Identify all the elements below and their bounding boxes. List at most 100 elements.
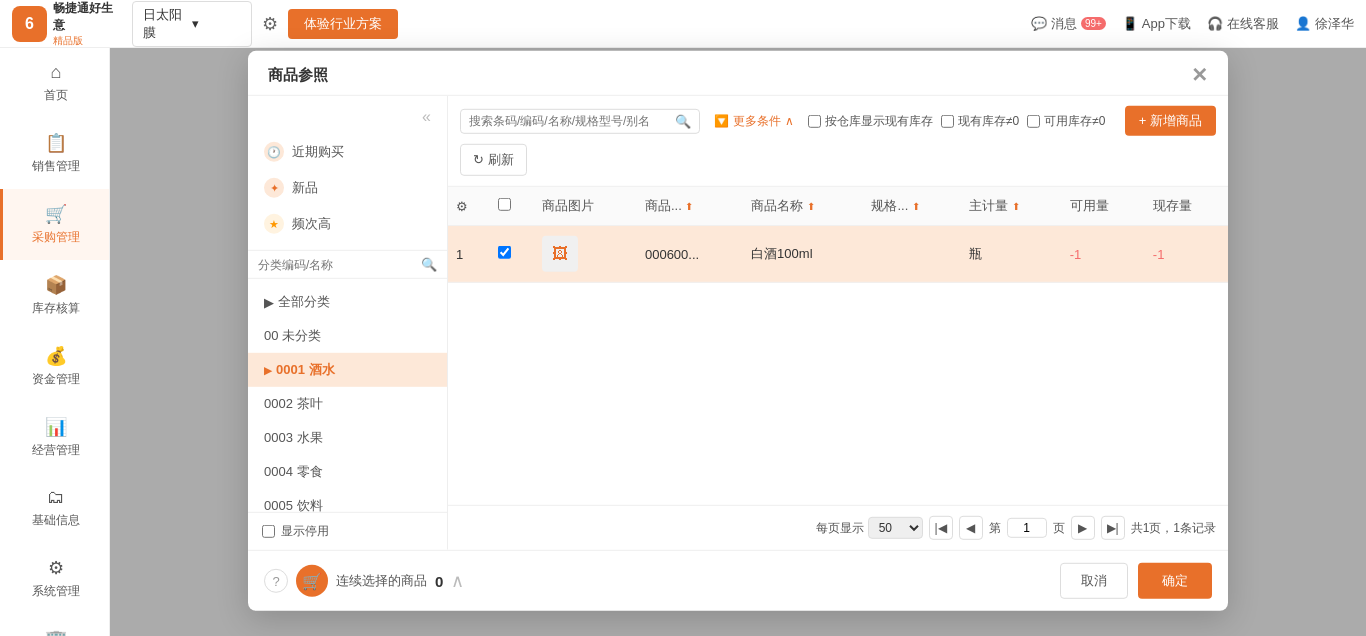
confirm-button[interactable]: 确定 (1138, 563, 1212, 599)
category-0001[interactable]: ▶ 0001 酒水 (248, 353, 447, 387)
sidebar-item-home[interactable]: ⌂ 首页 (0, 48, 109, 118)
product-reference-dialog: 商品参照 ✕ « 🕐 近期购买 ✦ 新品 (248, 51, 1228, 611)
col-code[interactable]: 商品... ⬆ (637, 187, 743, 226)
row-name: 白酒100ml (743, 225, 863, 282)
messages-nav-item[interactable]: 💬 消息 99+ (1031, 15, 1106, 33)
sidebar-item-sales[interactable]: 📋 销售管理 (0, 118, 109, 189)
col-available: 可用量 (1062, 187, 1145, 226)
gear-icon[interactable]: ⚙ (262, 13, 278, 35)
collapse-cart-button[interactable]: ∧ (451, 570, 464, 592)
show-disabled-section: 显示停用 (248, 512, 447, 550)
dialog-toolbar: 🔍 🔽 更多条件 ∧ 按仓库显示现有库存 现有库存≠0 (448, 96, 1228, 187)
row-code: 000600... (637, 225, 743, 282)
dialog-right-panel: 🔍 🔽 更多条件 ∧ 按仓库显示现有库存 现有库存≠0 (448, 96, 1228, 550)
dialog-left-panel: « 🕐 近期购买 ✦ 新品 ★ 频次高 (248, 96, 448, 550)
sidebar-item-operations[interactable]: 📊 经营管理 (0, 402, 109, 473)
cart-icon: 🛒 (296, 565, 328, 597)
all-category-arrow: ▶ (264, 294, 274, 309)
app-icon: 📱 (1122, 16, 1138, 31)
basic-icon: 🗂 (47, 487, 65, 508)
online-service-item[interactable]: 🎧 在线客服 (1207, 15, 1279, 33)
product-table: ⚙ 商品图片 商品... ⬆ 商品名称 ⬆ (448, 187, 1228, 505)
row-seq: 1 (448, 225, 490, 282)
nav-right: 💬 消息 99+ 📱 App下载 🎧 在线客服 👤 徐泽华 (1031, 15, 1354, 33)
category-search-input[interactable] (258, 257, 417, 271)
category-list: ▶ 全部分类 00 未分类 ▶ 0001 酒水 0002 茶叶 0003 水果 (248, 279, 447, 512)
row-available: -1 (1062, 225, 1145, 282)
stock-icon: 📦 (45, 274, 67, 296)
search-icon[interactable]: 🔍 (675, 113, 691, 128)
sidebar-item-stock[interactable]: 📦 库存核算 (0, 260, 109, 331)
category-all[interactable]: ▶ 全部分类 (248, 285, 447, 319)
prev-page-button[interactable]: ◀ (959, 516, 983, 540)
category-uncat[interactable]: 00 未分类 (248, 319, 447, 353)
col-img: 商品图片 (534, 187, 637, 226)
available-stock-checkbox[interactable] (1027, 114, 1040, 127)
available-stock-label: 可用库存≠0 (1044, 112, 1105, 129)
user-item[interactable]: 👤 徐泽华 (1295, 15, 1354, 33)
col-settings[interactable]: ⚙ (448, 187, 490, 226)
sidebar-item-basic[interactable]: 🗂 基础信息 (0, 473, 109, 543)
warehouse-stock-checkbox-group: 按仓库显示现有库存 (808, 112, 933, 129)
home-icon: ⌂ (51, 62, 62, 83)
sidebar-item-purchase[interactable]: 🛒 采购管理 (0, 189, 109, 260)
col-checkbox (490, 187, 534, 226)
recent-icon: 🕐 (264, 142, 284, 162)
category-0003[interactable]: 0003 水果 (248, 421, 447, 455)
product-search-box[interactable]: 🔍 (460, 108, 700, 133)
current-stock-label: 现有库存≠0 (958, 112, 1019, 129)
product-search-input[interactable] (469, 114, 671, 128)
more-filter-button[interactable]: 🔽 更多条件 ∧ (708, 108, 800, 133)
category-search-icon[interactable]: 🔍 (421, 257, 437, 272)
first-page-button[interactable]: |◀ (929, 516, 953, 540)
footer-buttons: 取消 确定 (1060, 563, 1212, 599)
sidebar-item-enterprise[interactable]: 🏢 企业协同 (0, 614, 109, 636)
sidebar-item-finance[interactable]: 💰 资金管理 (0, 331, 109, 402)
cat-active-arrow: ▶ (264, 364, 272, 375)
refresh-button[interactable]: ↻ 刷新 (460, 144, 527, 176)
page-number-input[interactable] (1007, 518, 1047, 538)
warehouse-stock-checkbox[interactable] (808, 114, 821, 127)
purchase-icon: 🛒 (45, 203, 67, 225)
quick-filter-new[interactable]: ✦ 新品 (248, 170, 447, 206)
category-0004[interactable]: 0004 零食 (248, 455, 447, 489)
cancel-button[interactable]: 取消 (1060, 563, 1128, 599)
add-product-button[interactable]: + 新增商品 (1125, 106, 1216, 136)
message-icon: 💬 (1031, 16, 1047, 31)
cart-section: ? 🛒 连续选择的商品 0 ∧ (264, 565, 1048, 597)
category-0005[interactable]: 0005 饮料 (248, 489, 447, 512)
help-icon[interactable]: ? (264, 569, 288, 593)
logo-text: 畅捷通好生意 精品版 (53, 0, 122, 48)
row-spec (863, 225, 960, 282)
col-spec[interactable]: 规格... ⬆ (863, 187, 960, 226)
col-name[interactable]: 商品名称 ⬆ (743, 187, 863, 226)
app-download-item[interactable]: 📱 App下载 (1122, 15, 1191, 33)
dialog-header: 商品参照 ✕ (248, 51, 1228, 96)
sidebar-item-system[interactable]: ⚙ 系统管理 (0, 543, 109, 614)
col-unit[interactable]: 主计量 ⬆ (961, 187, 1062, 226)
operations-icon: 📊 (45, 416, 67, 438)
dialog-close-button[interactable]: ✕ (1191, 65, 1208, 85)
row-select-checkbox[interactable] (498, 246, 511, 259)
enterprise-icon: 🏢 (45, 628, 67, 636)
code-sort-icon: ⬆ (685, 201, 693, 212)
main-area: 商品参照 ✕ « 🕐 近期购买 ✦ 新品 (110, 48, 1366, 636)
row-checkbox (490, 225, 534, 282)
dialog-footer: ? 🛒 连续选择的商品 0 ∧ 取消 确定 (248, 550, 1228, 611)
logo: 6 畅捷通好生意 精品版 (12, 0, 122, 48)
last-page-button[interactable]: ▶| (1101, 516, 1125, 540)
nav-dropdown[interactable]: 日太阳膜 ▾ (132, 1, 252, 47)
dialog-body: « 🕐 近期购买 ✦ 新品 ★ 频次高 (248, 96, 1228, 550)
next-page-button[interactable]: ▶ (1071, 516, 1095, 540)
experience-button[interactable]: 体验行业方案 (288, 9, 398, 39)
table-row[interactable]: 1 🖼 000600... 白酒100ml (448, 225, 1228, 282)
per-page-select[interactable]: 50 10 20 100 (868, 517, 923, 539)
dialog-title: 商品参照 (268, 65, 328, 84)
show-disabled-checkbox[interactable] (262, 525, 275, 538)
category-0002[interactable]: 0002 茶叶 (248, 387, 447, 421)
collapse-panel-button[interactable]: « (414, 104, 439, 130)
current-stock-checkbox[interactable] (941, 114, 954, 127)
quick-filter-freq[interactable]: ★ 频次高 (248, 206, 447, 242)
select-all-checkbox[interactable] (498, 198, 511, 211)
quick-filter-recent[interactable]: 🕐 近期购买 (248, 134, 447, 170)
